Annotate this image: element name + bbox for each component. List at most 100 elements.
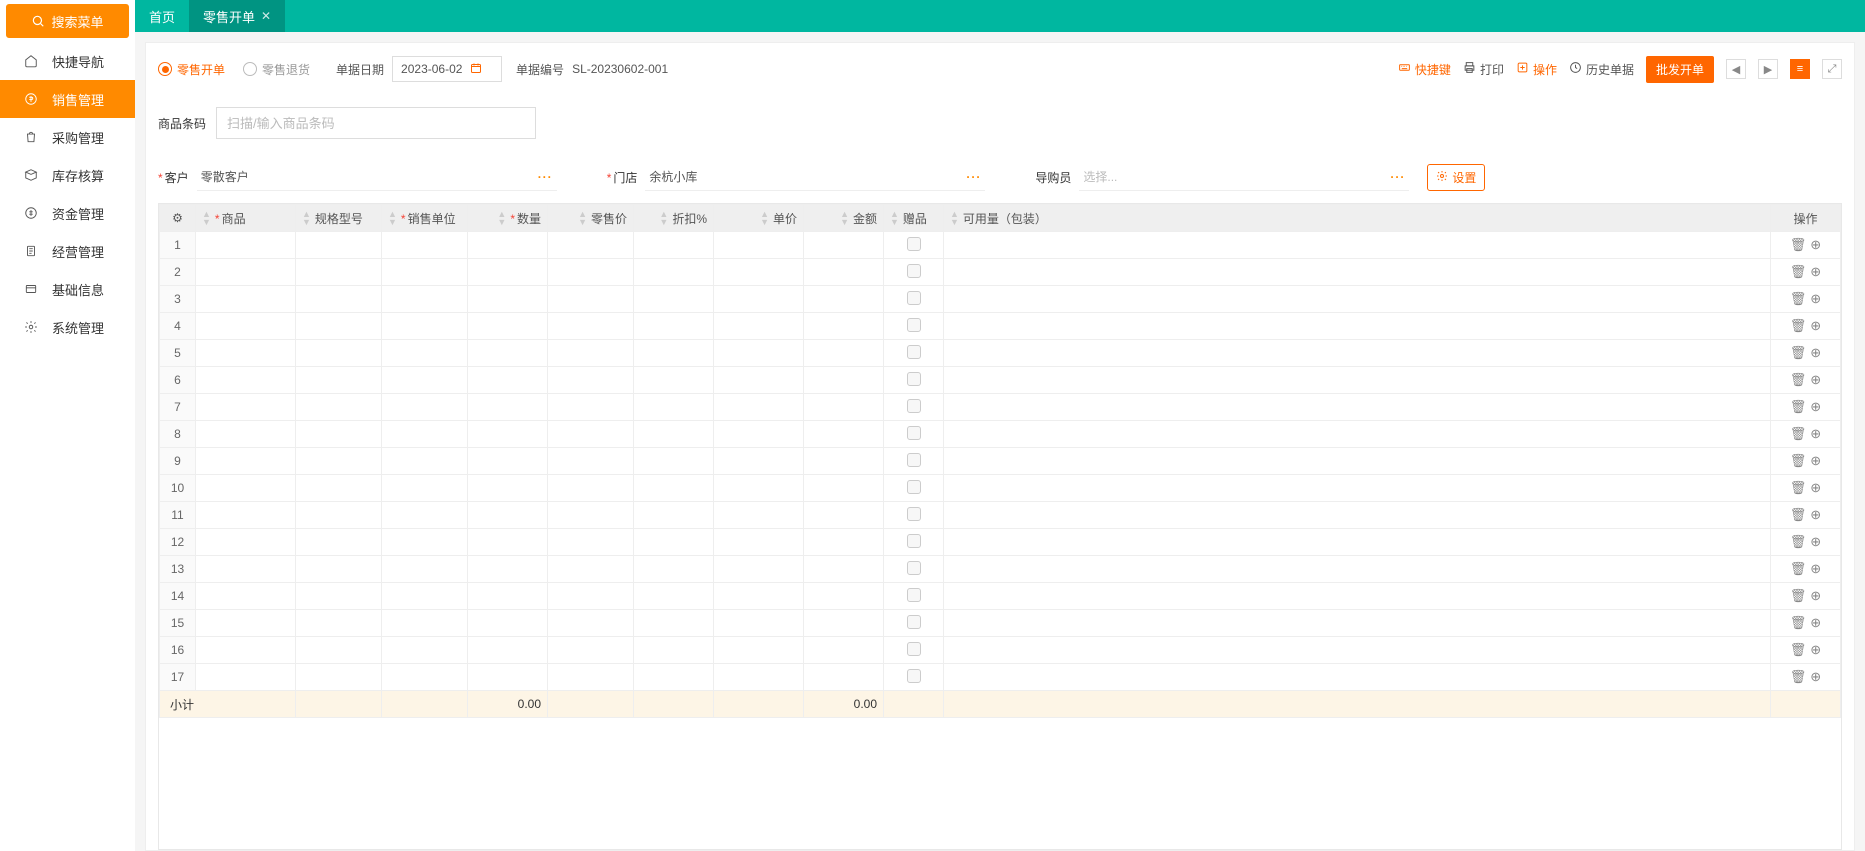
delete-icon[interactable]: 🗑 [1790,372,1807,387]
cell-available[interactable] [944,367,1771,394]
cell-gift[interactable] [884,637,944,664]
cell-gift[interactable] [884,286,944,313]
cell-discount[interactable] [634,421,714,448]
cell-discount[interactable] [634,259,714,286]
cell-available[interactable] [944,637,1771,664]
cell-available[interactable] [944,556,1771,583]
cell-qty[interactable] [468,394,548,421]
cell-qty[interactable] [468,502,548,529]
add-row-icon[interactable]: ⊕ [1810,588,1821,603]
close-icon[interactable]: ✕ [261,9,271,23]
cell-qty[interactable] [468,340,548,367]
history-button[interactable]: 历史单据 [1569,61,1634,78]
cell-gift[interactable] [884,448,944,475]
col-gear[interactable]: ⚙ [160,205,196,232]
table-row[interactable]: 17🗑⊕ [160,664,1841,691]
menu-item-quicknav[interactable]: 快捷导航 [0,42,135,80]
cell-unit[interactable] [382,259,468,286]
col-unit[interactable]: ▲▼销售单位 [382,205,468,232]
cell-available[interactable] [944,583,1771,610]
cell-unit[interactable] [382,610,468,637]
cell-available[interactable] [944,313,1771,340]
field-settings-button[interactable]: 设置 [1427,164,1485,191]
cell-retail-price[interactable] [548,637,634,664]
cell-product[interactable] [196,286,296,313]
cell-qty[interactable] [468,448,548,475]
expand-button[interactable]: ⤢ [1822,59,1842,79]
cell-retail-price[interactable] [548,394,634,421]
cell-unit[interactable] [382,583,468,610]
checkbox-icon[interactable] [907,642,921,656]
cell-qty[interactable] [468,421,548,448]
cell-amount[interactable] [804,664,884,691]
checkbox-icon[interactable] [907,264,921,278]
cell-gift[interactable] [884,583,944,610]
cell-price[interactable] [714,394,804,421]
cell-available[interactable] [944,394,1771,421]
tab-home[interactable]: 首页 [135,0,189,32]
cell-price[interactable] [714,340,804,367]
cell-amount[interactable] [804,421,884,448]
cell-discount[interactable] [634,583,714,610]
cell-retail-price[interactable] [548,448,634,475]
cell-unit[interactable] [382,556,468,583]
cell-retail-price[interactable] [548,529,634,556]
cell-gift[interactable] [884,556,944,583]
cell-spec[interactable] [296,610,382,637]
checkbox-icon[interactable] [907,561,921,575]
table-row[interactable]: 6🗑⊕ [160,367,1841,394]
add-row-icon[interactable]: ⊕ [1810,237,1821,252]
menu-item-sales[interactable]: 销售管理 [0,80,135,118]
cell-discount[interactable] [634,556,714,583]
add-row-icon[interactable]: ⊕ [1810,561,1821,576]
cell-spec[interactable] [296,448,382,475]
cell-qty[interactable] [468,259,548,286]
cell-price[interactable] [714,583,804,610]
cell-retail-price[interactable] [548,421,634,448]
cell-amount[interactable] [804,367,884,394]
menu-item-inventory[interactable]: 库存核算 [0,156,135,194]
cell-unit[interactable] [382,664,468,691]
cell-spec[interactable] [296,232,382,259]
delete-icon[interactable]: 🗑 [1790,561,1807,576]
cell-spec[interactable] [296,556,382,583]
col-gift[interactable]: ▲▼赠品 [884,205,944,232]
cell-product[interactable] [196,637,296,664]
col-available[interactable]: ▲▼可用量（包装） [944,205,1771,232]
cell-price[interactable] [714,664,804,691]
add-row-icon[interactable]: ⊕ [1810,399,1821,414]
cell-amount[interactable] [804,583,884,610]
delete-icon[interactable]: 🗑 [1790,237,1807,252]
cell-spec[interactable] [296,583,382,610]
cell-discount[interactable] [634,475,714,502]
cell-discount[interactable] [634,529,714,556]
cell-qty[interactable] [468,529,548,556]
cell-available[interactable] [944,529,1771,556]
cell-qty[interactable] [468,232,548,259]
checkbox-icon[interactable] [907,399,921,413]
cell-spec[interactable] [296,664,382,691]
delete-icon[interactable]: 🗑 [1790,615,1807,630]
cell-spec[interactable] [296,394,382,421]
menu-item-purchase[interactable]: 采购管理 [0,118,135,156]
cell-spec[interactable] [296,367,382,394]
cell-spec[interactable] [296,286,382,313]
table-row[interactable]: 5🗑⊕ [160,340,1841,367]
cell-price[interactable] [714,610,804,637]
cell-price[interactable] [714,286,804,313]
checkbox-icon[interactable] [907,534,921,548]
checkbox-icon[interactable] [907,615,921,629]
cell-amount[interactable] [804,448,884,475]
cell-retail-price[interactable] [548,610,634,637]
cell-qty[interactable] [468,610,548,637]
add-row-icon[interactable]: ⊕ [1810,372,1821,387]
cell-amount[interactable] [804,340,884,367]
col-spec[interactable]: ▲▼规格型号 [296,205,382,232]
add-row-icon[interactable]: ⊕ [1810,669,1821,684]
cell-price[interactable] [714,502,804,529]
checkbox-icon[interactable] [907,345,921,359]
delete-icon[interactable]: 🗑 [1790,642,1807,657]
view-mode-button[interactable]: ≡ [1790,59,1810,79]
cell-spec[interactable] [296,421,382,448]
col-price[interactable]: ▲▼单价 [714,205,804,232]
